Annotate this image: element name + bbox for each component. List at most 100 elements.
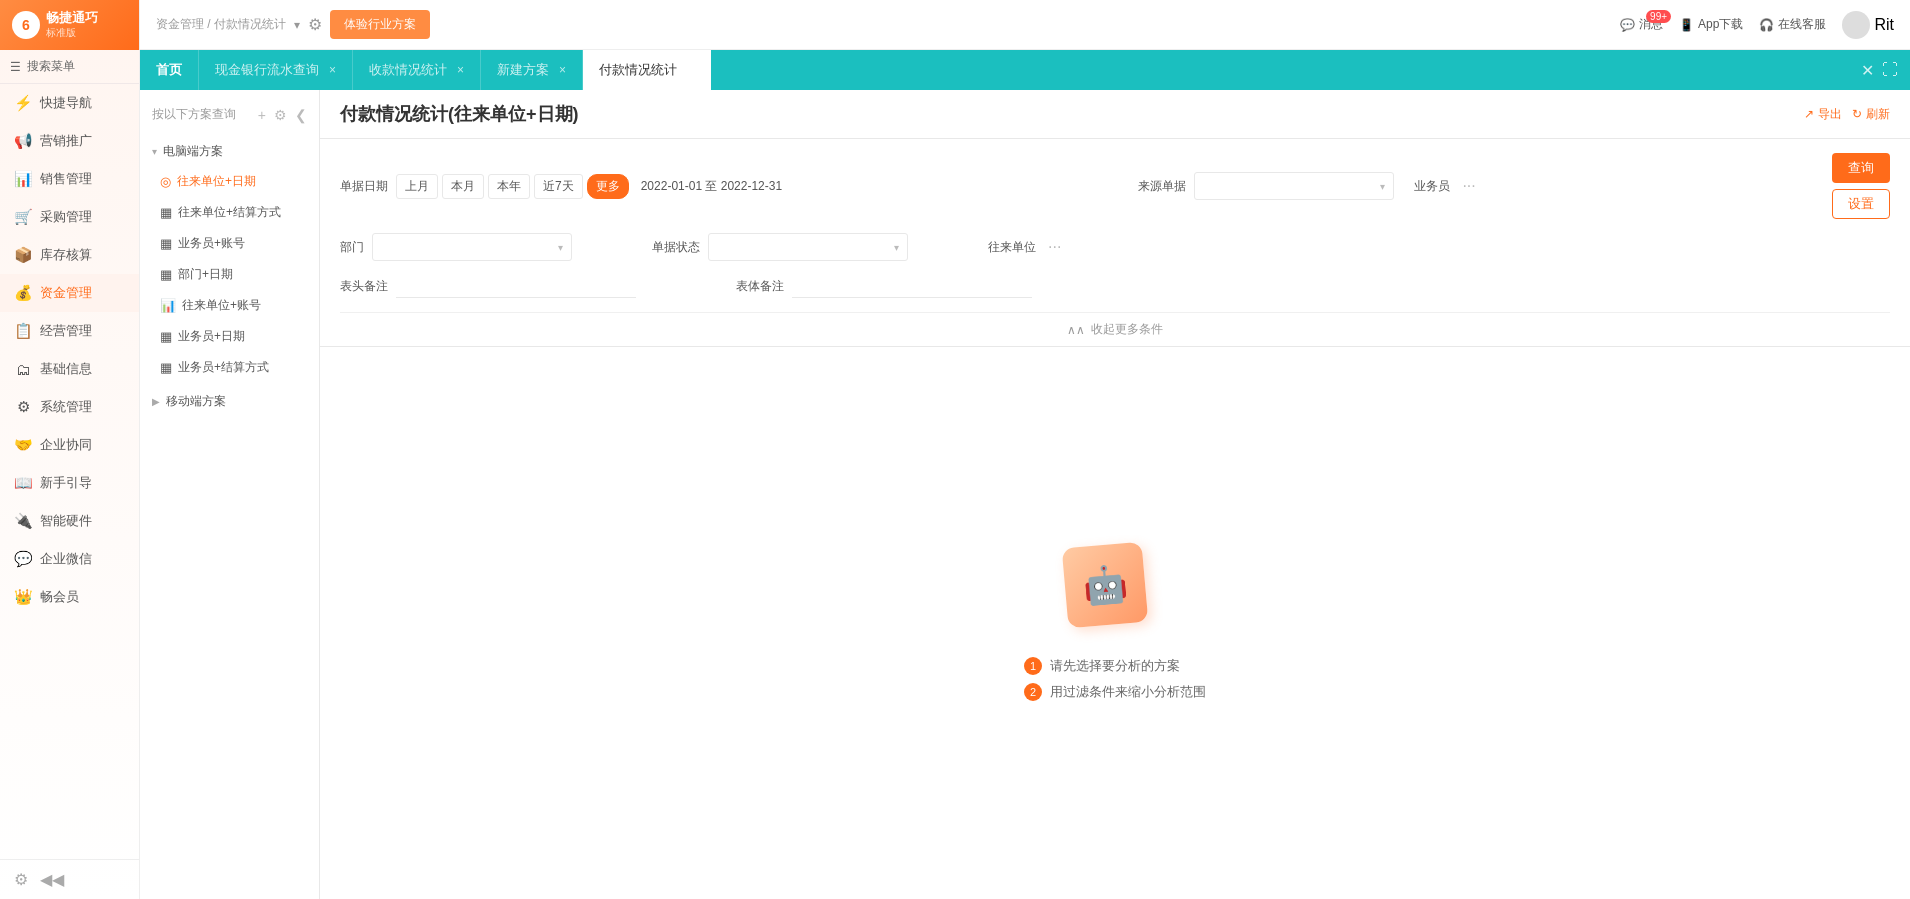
basic-icon: 🗂 [14,360,32,378]
sidebar-item-inventory[interactable]: 📦 库存核算 [0,236,139,274]
sidebar-item-sales[interactable]: 📊 销售管理 [0,160,139,198]
tree-item-partner-date-icon: ◎ [160,174,171,189]
tab-income[interactable]: 收款情况统计 × [353,50,481,90]
filter-counterpart-item: 往来单位 ··· [988,238,1061,256]
tab-bank[interactable]: 现金银行流水查询 × [199,50,353,90]
app-icon: 📱 [1679,18,1694,32]
collapse-icon: ∧∧ [1067,323,1085,337]
pc-section-title[interactable]: ▾ 电脑端方案 [140,137,319,166]
footer-settings-icon[interactable]: ⚙ [14,870,28,889]
export-icon: ↗ [1804,107,1814,121]
filter-note-body-input[interactable] [792,275,1032,298]
date-btn-7days[interactable]: 近7天 [534,174,583,199]
sidebar-item-hardware[interactable]: 🔌 智能硬件 [0,502,139,540]
tab-bank-close-icon[interactable]: × [329,63,336,77]
tree-item-partner-date[interactable]: ◎ 往来单位+日期 [140,166,319,197]
sidebar-item-finance[interactable]: 💰 资金管理 [0,274,139,312]
mobile-section-title[interactable]: ▶ 移动端方案 [140,387,319,416]
filter-status-label: 单据状态 [652,239,700,256]
sidebar-item-label: 资金管理 [40,284,92,302]
breadcrumb: 资金管理 / 付款情况统计 [156,16,286,33]
tree-item-staff-settle[interactable]: ▦ 业务员+结算方式 [140,352,319,383]
tab-expand-icon[interactable]: ⛶ [1882,61,1898,79]
sidebar-item-label: 经营管理 [40,322,92,340]
refresh-btn[interactable]: ↻ 刷新 [1852,106,1890,123]
tab-home-label: 首页 [156,61,182,79]
sidebar-item-operation[interactable]: 📋 经营管理 [0,312,139,350]
right-content: 付款情况统计(往来单位+日期) ↗ 导出 ↻ 刷新 [320,90,1910,899]
sidebar-item-quick-nav[interactable]: ⚡ 快捷导航 [0,84,139,122]
collapse-bar[interactable]: ∧∧ 收起更多条件 [340,312,1890,346]
sidebar-item-purchase[interactable]: 🛒 采购管理 [0,198,139,236]
tab-home[interactable]: 首页 [140,50,199,90]
filter-dept-input[interactable] [381,240,558,254]
date-btn-last-month[interactable]: 上月 [396,174,438,199]
panel-collapse-icon[interactable]: ❮ [295,107,307,123]
tab-payment-label: 付款情况统计 [599,61,677,79]
sidebar-item-basic[interactable]: 🗂 基础信息 [0,350,139,388]
tree-item-staff-date[interactable]: ▦ 业务员+日期 [140,321,319,352]
filter-source-select-wrap[interactable]: ▾ [1194,172,1394,200]
sidebar-item-corp[interactable]: 🤝 企业协同 [0,426,139,464]
tab-new-plan[interactable]: 新建方案 × [481,50,583,90]
settings-btn[interactable]: 设置 [1832,189,1890,219]
date-btn-this-month[interactable]: 本月 [442,174,484,199]
corp-icon: 🤝 [14,436,32,454]
tree-item-partner-account[interactable]: 📊 往来单位+账号 [140,290,319,321]
filter-counterpart-dots[interactable]: ··· [1048,238,1061,256]
panel-add-icon[interactable]: + [258,107,266,123]
tree-item-staff-settle-icon: ▦ [160,360,172,375]
tab-new-plan-close-icon[interactable]: × [559,63,566,77]
sidebar-item-wechat[interactable]: 💬 企业微信 [0,540,139,578]
user-area[interactable]: Rit [1842,11,1894,39]
guide-icon: 📖 [14,474,32,492]
sidebar-item-label: 基础信息 [40,360,92,378]
filter-staff-dots[interactable]: ··· [1462,177,1475,195]
query-btn[interactable]: 查询 [1832,153,1890,183]
sales-icon: 📊 [14,170,32,188]
filter-area: 单据日期 上月 本月 本年 近7天 更多 2022-01-01 至 2022-1… [320,139,1910,347]
app-label: App下载 [1698,16,1743,33]
panel-config-icon[interactable]: ⚙ [274,107,287,123]
filter-date-label: 单据日期 [340,178,388,195]
date-btn-more[interactable]: 更多 [587,174,629,199]
notice-btn[interactable]: 💬 消息 99+ [1620,16,1663,33]
tree-item-dept-date[interactable]: ▦ 部门+日期 [140,259,319,290]
tab-income-close-icon[interactable]: × [457,63,464,77]
app-download-btn[interactable]: 📱 App下载 [1679,16,1743,33]
sidebar-item-member[interactable]: 👑 畅会员 [0,578,139,616]
tab-spacer [711,50,1849,90]
footer-collapse-icon[interactable]: ◀◀ [40,870,64,889]
sidebar-logo: 6 畅捷通巧 标准版 [0,0,139,50]
filter-status-select-wrap[interactable]: ▾ [708,233,908,261]
status-dropdown-icon[interactable]: ▾ [894,242,899,253]
tab-payment[interactable]: 付款情况统计 × [583,50,711,90]
breadcrumb-dropdown-icon[interactable]: ▾ [294,18,300,32]
filter-row-2: 部门 ▾ 单据状态 ▾ 往来单位 [340,233,1890,261]
filter-status-input[interactable] [717,240,894,254]
tab-close-all-icon[interactable]: ✕ [1861,61,1874,80]
source-dropdown-icon[interactable]: ▾ [1380,181,1385,192]
tab-payment-close-icon[interactable]: × [687,63,694,77]
service-label: 在线客服 [1778,16,1826,33]
sidebar-item-guide[interactable]: 📖 新手引导 [0,464,139,502]
search-menu[interactable]: ☰ 搜索菜单 [0,50,139,84]
export-btn[interactable]: ↗ 导出 [1804,106,1842,123]
filter-note-head-label: 表头备注 [340,278,388,295]
service-btn[interactable]: 🎧 在线客服 [1759,16,1826,33]
system-icon: ⚙ [14,398,32,416]
filter-dept-select-wrap[interactable]: ▾ [372,233,572,261]
trial-btn[interactable]: 体验行业方案 [330,10,430,39]
date-btn-this-year[interactable]: 本年 [488,174,530,199]
sidebar-item-label: 企业微信 [40,550,92,568]
topbar-settings-icon[interactable]: ⚙ [308,15,322,34]
tree-item-partner-settle[interactable]: ▦ 往来单位+结算方式 [140,197,319,228]
filter-source-label: 来源单据 [1138,178,1186,195]
sidebar-item-marketing[interactable]: 📢 营销推广 [0,122,139,160]
filter-note-head-input[interactable] [396,275,636,298]
dept-dropdown-icon[interactable]: ▾ [558,242,563,253]
hint-text-2: 用过滤条件来缩小分析范围 [1050,683,1206,701]
filter-source-input[interactable] [1203,179,1380,193]
sidebar-item-system[interactable]: ⚙ 系统管理 [0,388,139,426]
tree-item-staff-account[interactable]: ▦ 业务员+账号 [140,228,319,259]
